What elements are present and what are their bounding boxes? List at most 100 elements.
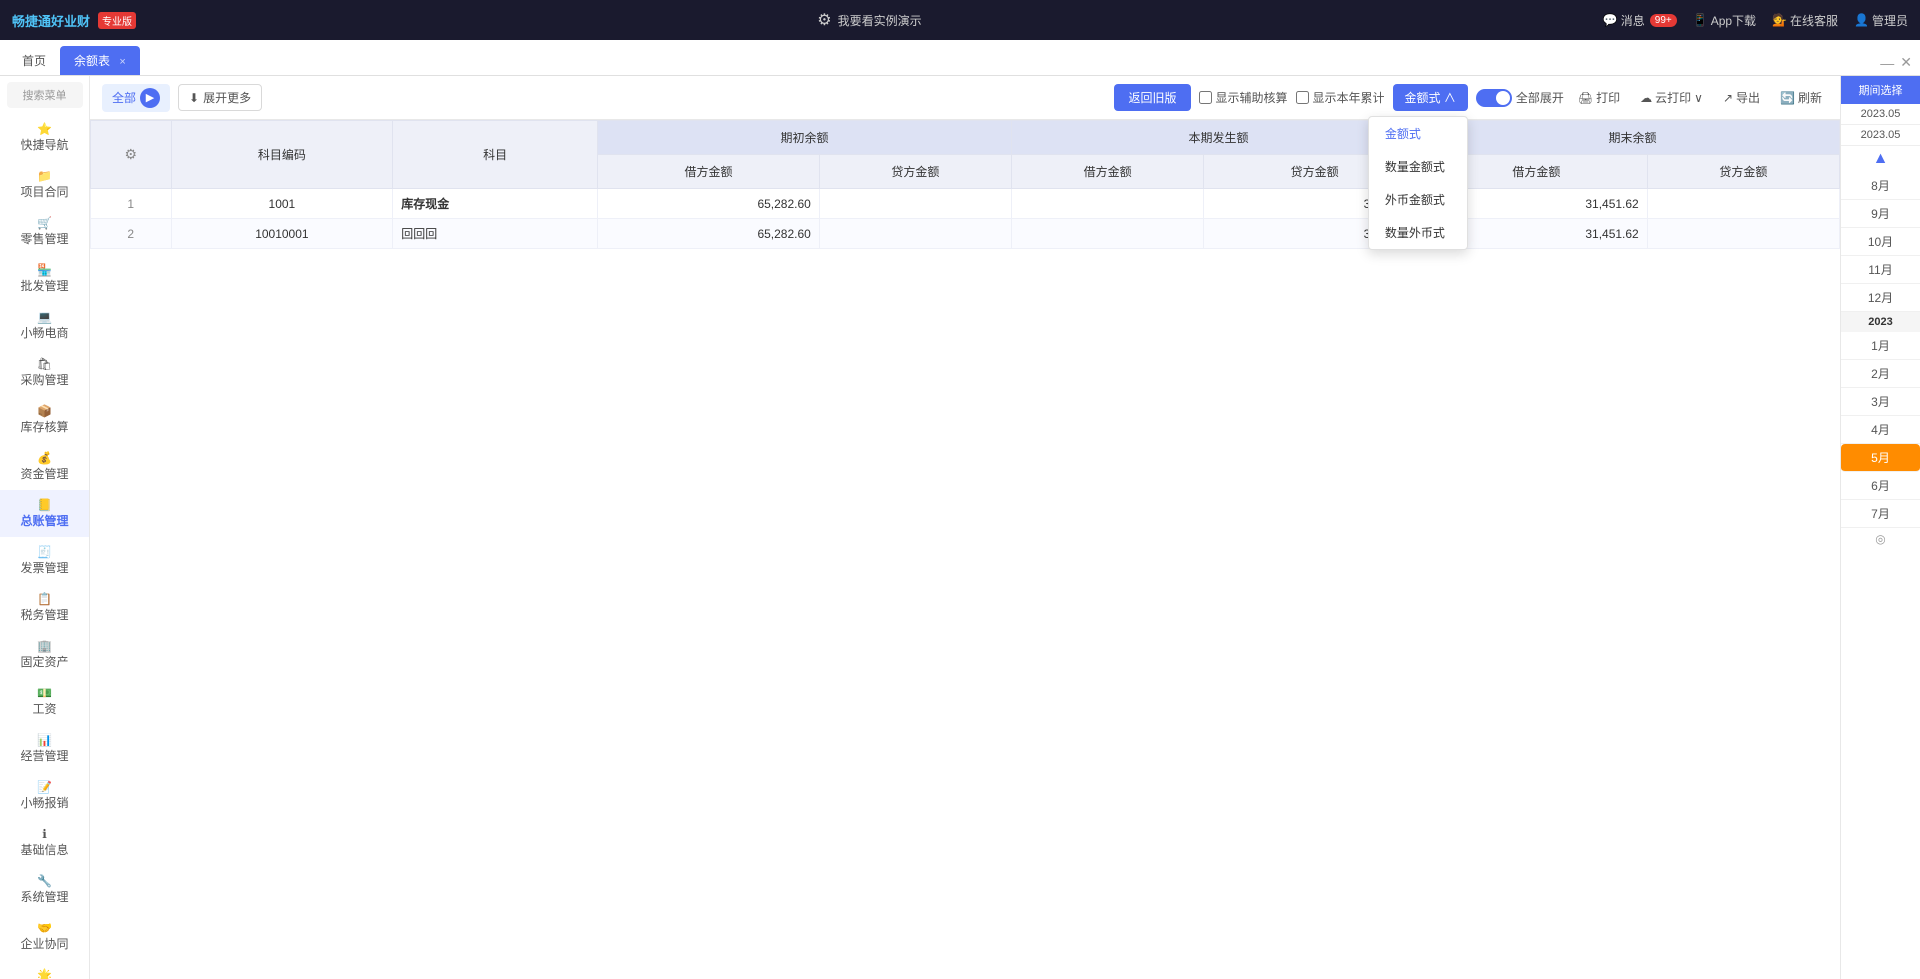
- name-cell: 库存现金: [393, 189, 598, 219]
- nav-forward-icon[interactable]: ▶: [140, 88, 160, 108]
- tab-home[interactable]: 首页: [8, 46, 60, 75]
- period-3[interactable]: 3月: [1841, 388, 1920, 416]
- show-ytd-checkbox[interactable]: 显示本年累计: [1296, 89, 1385, 106]
- sidebar-item-coop[interactable]: 🤝 企业协同: [0, 913, 89, 960]
- toggle-switch-control[interactable]: [1476, 89, 1512, 107]
- app-branding: 畅捷通好业财 专业版: [12, 11, 136, 30]
- table-row: 210010001回回回65,282.6033,830.9831,451.62: [91, 219, 1840, 249]
- col-subject-name-header: 科目: [393, 121, 598, 189]
- sidebar-item-system[interactable]: 🔧 系统管理: [0, 866, 89, 913]
- assist-checkbox-input[interactable]: [1199, 91, 1212, 104]
- col-settings[interactable]: ⚙: [91, 121, 172, 189]
- sidebar-item-inventory[interactable]: 📦 库存核算: [0, 396, 89, 443]
- tax-label: 税务管理: [0, 606, 89, 623]
- ecommerce-icon: 💻: [0, 310, 89, 324]
- sidebar-item-business[interactable]: 📊 经营管理: [0, 725, 89, 772]
- period-2[interactable]: 2月: [1841, 360, 1920, 388]
- ledger-icon: 📒: [0, 498, 89, 512]
- table-wrapper: ⚙ 科目编码 科目 期初余额 本期发生额 期末余额 借方金额 贷方金额 借方金额…: [90, 120, 1840, 979]
- period-4[interactable]: 4月: [1841, 416, 1920, 444]
- sidebar-item-report[interactable]: 📝 小畅报销: [0, 772, 89, 819]
- online-service-btn[interactable]: 💁 在线客服: [1772, 12, 1838, 29]
- sidebar-item-quick-nav[interactable]: ⭐ 快捷导航: [0, 114, 89, 161]
- period-10[interactable]: 10月: [1841, 228, 1920, 256]
- sidebar-item-guide[interactable]: 🌟 新手引导: [0, 960, 89, 979]
- ecommerce-label: 小畅电商: [0, 324, 89, 341]
- mode-option-amount[interactable]: 金额式: [1369, 117, 1467, 150]
- tabs-bar: 首页 余额表 × — ✕: [0, 40, 1920, 76]
- tab-close-icon[interactable]: ×: [119, 56, 125, 68]
- period-12[interactable]: 12月: [1841, 284, 1920, 312]
- row-num-cell: 1: [91, 189, 172, 219]
- cloud-print-btn[interactable]: ☁ 云打印 ∨: [1634, 85, 1709, 110]
- finance-icon: 💰: [0, 451, 89, 465]
- period-7[interactable]: 7月: [1841, 500, 1920, 528]
- sidebar-item-tax[interactable]: 📋 税务管理: [0, 584, 89, 631]
- period-1[interactable]: 1月: [1841, 332, 1920, 360]
- mode-option-qty-amount[interactable]: 数量金额式: [1369, 150, 1467, 183]
- expand-more-btn[interactable]: ⬇ 展开更多: [178, 84, 262, 111]
- period-9[interactable]: 9月: [1841, 200, 1920, 228]
- sidebar-item-purchase[interactable]: 🛍 采购管理: [0, 349, 89, 396]
- sidebar-item-retail[interactable]: 🛒 零售管理: [0, 208, 89, 255]
- coop-icon: 🤝: [0, 921, 89, 935]
- message-badge: 99+: [1650, 14, 1677, 27]
- wholesale-icon: 🏪: [0, 263, 89, 277]
- mode-option-qty-foreign[interactable]: 数量外币式: [1369, 216, 1467, 249]
- message-btn[interactable]: 💬 消息 99+: [1603, 12, 1677, 29]
- tab-balance-sheet[interactable]: 余额表 ×: [60, 46, 140, 75]
- ytd-checkbox-input[interactable]: [1296, 91, 1309, 104]
- period-8[interactable]: 8月: [1841, 172, 1920, 200]
- mode-dropdown-menu: 金额式 数量金额式 外币金额式 数量外币式: [1368, 116, 1468, 250]
- sidebar-item-project[interactable]: 📁 项目合同: [0, 161, 89, 208]
- sidebar-item-ledger[interactable]: 📒 总账管理: [0, 490, 89, 537]
- service-icon: 💁: [1772, 13, 1787, 27]
- sidebar-item-basic[interactable]: ℹ 基础信息: [0, 819, 89, 866]
- sidebar-item-wholesale[interactable]: 🏪 批发管理: [0, 255, 89, 302]
- col-open-debit: 借方金额: [598, 155, 820, 189]
- mode-label: 金额式 ∧: [1405, 89, 1456, 106]
- show-assist-checkbox[interactable]: 显示辅助核算: [1199, 89, 1288, 106]
- report-icon: 📝: [0, 780, 89, 794]
- settings-icon[interactable]: ⚙: [817, 10, 831, 30]
- nav-all-btn[interactable]: 全部 ▶: [102, 84, 170, 112]
- salary-icon: 💵: [0, 686, 89, 700]
- mode-btn[interactable]: 金额式 ∧: [1393, 84, 1468, 111]
- retail-icon: 🛒: [0, 216, 89, 230]
- window-minimize-icon[interactable]: —: [1880, 55, 1894, 71]
- sidebar-item-salary[interactable]: 💵 工资: [0, 678, 89, 725]
- print-label: 打印: [1596, 89, 1620, 106]
- invoice-icon: 🧾: [0, 545, 89, 559]
- user-avatar[interactable]: 👤 管理员: [1854, 12, 1908, 29]
- period-nav-up[interactable]: ▲: [1841, 146, 1920, 172]
- sidebar-item-finance[interactable]: 💰 资金管理: [0, 443, 89, 490]
- row-num-cell: 2: [91, 219, 172, 249]
- return-old-btn[interactable]: 返回旧版: [1114, 84, 1190, 111]
- show-assist-label: 显示辅助核算: [1216, 89, 1288, 106]
- asset-label: 固定资产: [0, 653, 89, 670]
- export-btn[interactable]: ↗ 导出: [1717, 85, 1766, 110]
- sidebar-item-invoice[interactable]: 🧾 发票管理: [0, 537, 89, 584]
- period-collapse-btn[interactable]: ◎: [1841, 528, 1920, 550]
- period-6[interactable]: 6月: [1841, 472, 1920, 500]
- expand-all-toggle[interactable]: 全部展开: [1476, 89, 1564, 107]
- print-btn[interactable]: 🖨 打印: [1572, 85, 1626, 110]
- period-5[interactable]: 5月: [1841, 444, 1920, 472]
- col-open-credit: 贷方金额: [819, 155, 1011, 189]
- period-11[interactable]: 11月: [1841, 256, 1920, 284]
- demo-text[interactable]: 我要看实例演示: [838, 12, 922, 29]
- cloud-print-icon: ☁: [1640, 91, 1652, 105]
- close-c-cell: [1647, 189, 1839, 219]
- app-download-btn[interactable]: 📱 App下载: [1693, 12, 1756, 29]
- purchase-label: 采购管理: [0, 371, 89, 388]
- sidebar-item-asset[interactable]: 🏢 固定资产: [0, 631, 89, 678]
- sidebar-search[interactable]: 搜索菜单: [7, 82, 83, 108]
- all-label: 全部: [112, 89, 136, 106]
- quick-nav-icon: ⭐: [0, 122, 89, 136]
- window-close-icon[interactable]: ✕: [1900, 54, 1912, 71]
- sidebar-item-ecommerce[interactable]: 💻 小畅电商: [0, 302, 89, 349]
- refresh-btn[interactable]: 🔄 刷新: [1774, 85, 1828, 110]
- refresh-label: 刷新: [1798, 89, 1822, 106]
- open-d-cell: 65,282.60: [598, 219, 820, 249]
- mode-option-foreign-amount[interactable]: 外币金额式: [1369, 183, 1467, 216]
